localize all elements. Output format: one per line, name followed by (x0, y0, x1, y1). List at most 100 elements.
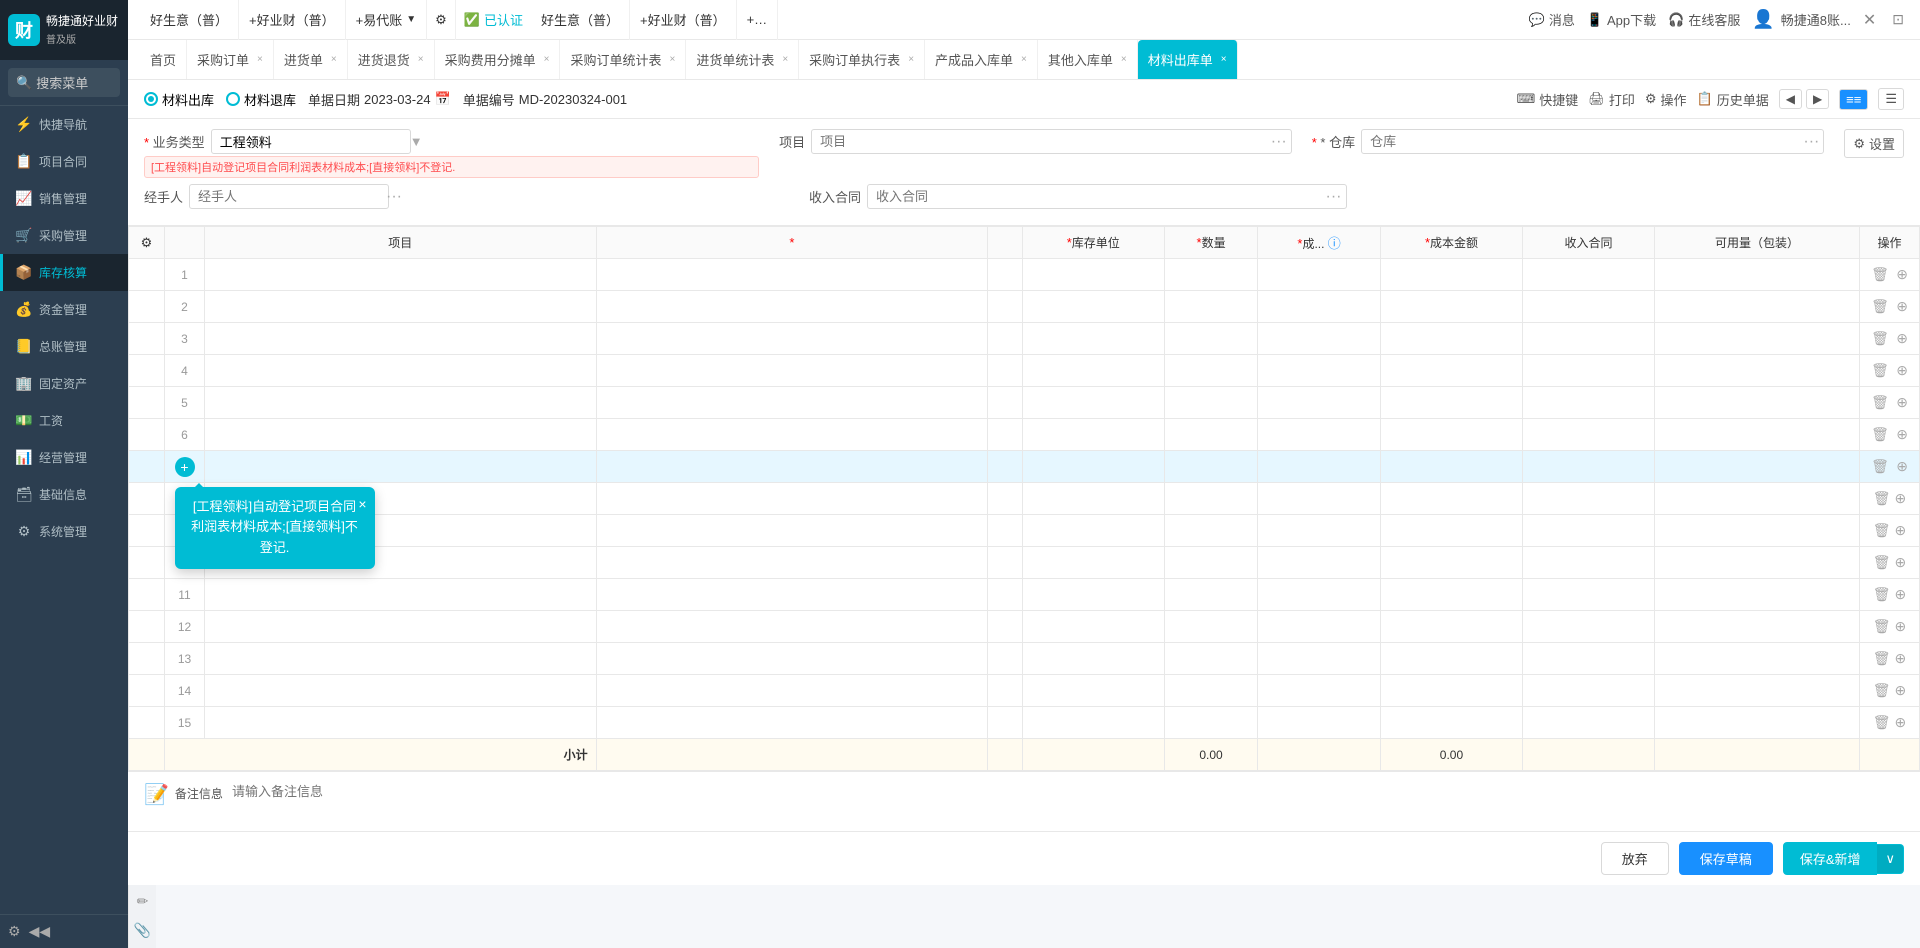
row-5-name[interactable] (596, 387, 988, 419)
save-new-arrow-btn[interactable]: ∨ (1877, 844, 1904, 874)
row-5-quantity[interactable] (1164, 387, 1257, 419)
tab-other-in[interactable]: 其他入库单 × (1038, 40, 1138, 80)
list-view-btn[interactable]: ≡≡ (1839, 89, 1868, 110)
active-row-quantity[interactable] (1164, 451, 1257, 483)
sidebar-collapse-btn[interactable]: ◀◀ (29, 923, 51, 940)
business-type-dropdown-icon[interactable]: ▼ (404, 134, 429, 149)
row-10-available-qty[interactable] (1654, 547, 1859, 579)
row-8-name[interactable] (596, 483, 988, 515)
row-1-project[interactable] (205, 259, 597, 291)
tab-purchase-expense[interactable]: 采购费用分摊单 × (435, 40, 561, 80)
row-1-income-contract[interactable] (1523, 259, 1655, 291)
topbar-good-biz[interactable]: 好生意（普） (140, 0, 239, 40)
warehouse-input[interactable] (1362, 130, 1799, 153)
search-menu-button[interactable]: 🔍 搜索菜单 (8, 68, 120, 97)
row-3-unit[interactable] (1022, 323, 1164, 355)
row-3-cost-amount[interactable] (1380, 323, 1522, 355)
row-4-cost-amount[interactable] (1380, 355, 1522, 387)
income-contract-input-wrap[interactable]: ··· (867, 184, 1346, 209)
row-6-cost-price[interactable] (1258, 419, 1381, 451)
row-12-unit[interactable] (1022, 611, 1164, 643)
row-3-copy-btn[interactable]: ⊕ (1894, 328, 1910, 349)
row-4-spec[interactable] (988, 355, 1022, 387)
row-12-project[interactable] (205, 611, 597, 643)
row-14-income-contract[interactable] (1523, 675, 1655, 707)
row-9-available-qty[interactable] (1654, 515, 1859, 547)
row-13-name[interactable] (596, 643, 988, 675)
form-settings-btn[interactable]: ⚙ 设置 (1844, 129, 1904, 158)
row-6-delete-btn[interactable]: 🗑 (1869, 424, 1891, 445)
row-15-unit[interactable] (1022, 707, 1164, 739)
online-service-btn[interactable]: 🎧 在线客服 (1668, 10, 1740, 29)
row-11-cost-amount[interactable] (1380, 579, 1522, 611)
row-9-copy-btn[interactable]: ⊕ (1893, 520, 1909, 541)
radio-material-out[interactable]: 材料出库 (144, 90, 214, 109)
row-14-spec[interactable] (988, 675, 1022, 707)
business-type-input[interactable] (212, 130, 404, 153)
right-panel-edit-icon[interactable]: ✏ (137, 893, 149, 910)
row-4-cost-price[interactable] (1258, 355, 1381, 387)
row-13-project[interactable] (205, 643, 597, 675)
warehouse-dots-icon[interactable]: ··· (1799, 133, 1823, 151)
project-dots-icon[interactable]: ··· (1267, 133, 1291, 151)
add-row-btn[interactable]: + (175, 457, 195, 477)
row-9-name[interactable] (596, 515, 988, 547)
income-contract-input[interactable] (868, 185, 1322, 208)
prev-doc-btn[interactable]: ◀ (1779, 89, 1802, 109)
discard-btn[interactable]: 放弃 (1601, 842, 1669, 875)
row-12-copy-btn[interactable]: ⊕ (1893, 616, 1909, 637)
right-panel-clip-icon[interactable]: 📎 (134, 922, 151, 939)
col-settings[interactable]: ⚙ (129, 227, 165, 259)
row-12-quantity[interactable] (1164, 611, 1257, 643)
user-area[interactable]: 👤 畅捷通8账... (1752, 9, 1851, 30)
row-6-name[interactable] (596, 419, 988, 451)
row-5-copy-btn[interactable]: ⊕ (1894, 392, 1910, 413)
row-15-cost-price[interactable] (1258, 707, 1381, 739)
row-3-spec[interactable] (988, 323, 1022, 355)
row-2-cost-price[interactable] (1258, 291, 1381, 323)
tab-purchase-stat-close[interactable]: × (669, 54, 675, 65)
income-contract-dots-icon[interactable]: ··· (1322, 188, 1346, 206)
row-3-name[interactable] (596, 323, 988, 355)
row-11-copy-btn[interactable]: ⊕ (1893, 584, 1909, 605)
row-4-quantity[interactable] (1164, 355, 1257, 387)
row-12-available-qty[interactable] (1654, 611, 1859, 643)
active-row-delete-btn[interactable]: 🗑 (1869, 456, 1891, 477)
active-row-income-contract[interactable] (1523, 451, 1655, 483)
row-1-copy-btn[interactable]: ⊕ (1894, 264, 1910, 285)
row-3-available-qty[interactable] (1654, 323, 1859, 355)
tab-other-in-close[interactable]: × (1121, 54, 1127, 65)
row-6-unit[interactable] (1022, 419, 1164, 451)
topbar-good-finance[interactable]: +好业财（普） (239, 0, 346, 40)
tab-purchase-expense-close[interactable]: × (544, 54, 550, 65)
row-1-quantity[interactable] (1164, 259, 1257, 291)
sidebar-item-inventory[interactable]: 📦 库存核算 (0, 254, 128, 291)
row-8-available-qty[interactable] (1654, 483, 1859, 515)
row-2-available-qty[interactable] (1654, 291, 1859, 323)
row-14-cost-price[interactable] (1258, 675, 1381, 707)
row-13-spec[interactable] (988, 643, 1022, 675)
row-8-unit[interactable] (1022, 483, 1164, 515)
row-9-quantity[interactable] (1164, 515, 1257, 547)
row-2-project[interactable] (205, 291, 597, 323)
maximize-icon[interactable]: ⊡ (1892, 11, 1904, 28)
row-3-income-contract[interactable] (1523, 323, 1655, 355)
sidebar-item-base-info[interactable]: 🗃 基础信息 (0, 476, 128, 513)
row-3-project[interactable] (205, 323, 597, 355)
tab-goods-return-close[interactable]: × (418, 54, 424, 65)
row-15-available-qty[interactable] (1654, 707, 1859, 739)
row-6-spec[interactable] (988, 419, 1022, 451)
row-2-delete-btn[interactable]: 🗑 (1869, 296, 1891, 317)
row-6-project[interactable] (205, 419, 597, 451)
row-3-delete-btn[interactable]: 🗑 (1869, 328, 1891, 349)
row-3-cost-price[interactable] (1258, 323, 1381, 355)
sidebar-item-quick-nav[interactable]: ⚡ 快捷导航 (0, 106, 128, 143)
row-10-copy-btn[interactable]: ⊕ (1893, 552, 1909, 573)
row-15-cost-amount[interactable] (1380, 707, 1522, 739)
row-9-cost-price[interactable] (1258, 515, 1381, 547)
message-btn[interactable]: 💬 消息 (1529, 10, 1575, 29)
row-2-cost-amount[interactable] (1380, 291, 1522, 323)
row-4-available-qty[interactable] (1654, 355, 1859, 387)
handler-input-wrap[interactable]: ··· (189, 184, 389, 209)
row-6-quantity[interactable] (1164, 419, 1257, 451)
